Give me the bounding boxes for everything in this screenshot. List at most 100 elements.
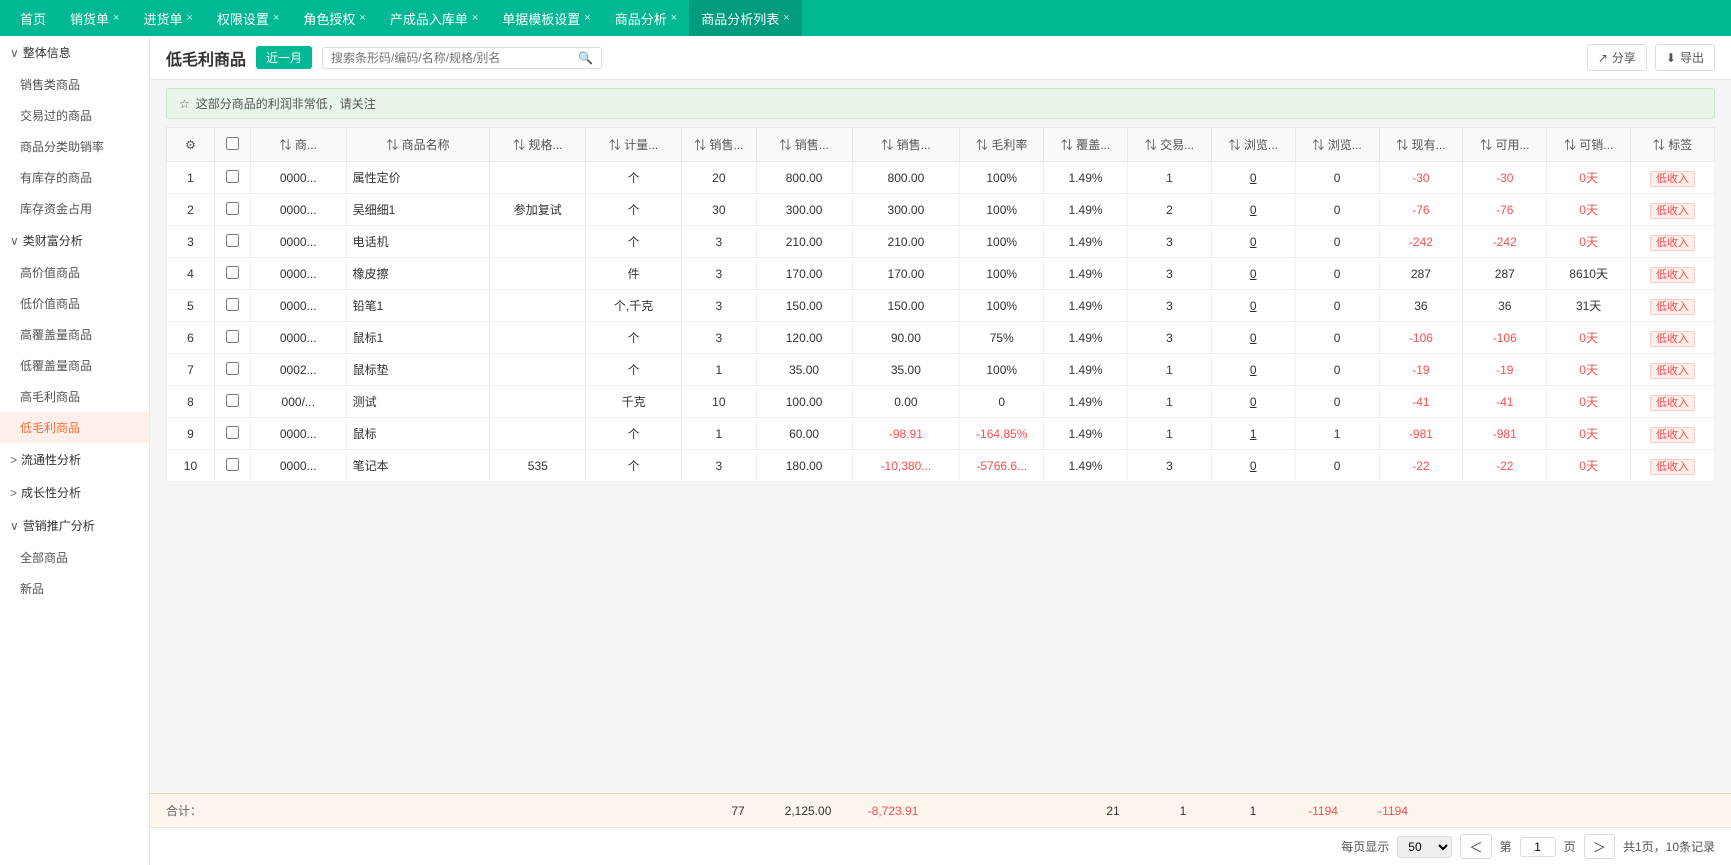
col-header-checkbox[interactable] xyxy=(214,128,250,162)
close-icon[interactable]: × xyxy=(472,12,478,24)
table-cell-checkbox[interactable] xyxy=(214,450,250,482)
col-header-spec[interactable]: ⇅ 规格... xyxy=(490,128,586,162)
table-cell-settings[interactable]: 3 xyxy=(167,226,215,258)
row-checkbox[interactable] xyxy=(226,298,239,311)
sidebar-item-交易过的商品[interactable]: 交易过的商品 xyxy=(0,100,149,131)
col-header-tag[interactable]: ⇅ 标签 xyxy=(1631,128,1715,162)
sidebar-group-流通性分析[interactable]: >流通性分析 xyxy=(0,443,149,476)
table-cell-settings[interactable]: 5 xyxy=(167,290,215,322)
table-cell-checkbox[interactable] xyxy=(214,258,250,290)
sidebar-item-低覆盖量商品[interactable]: 低覆盖量商品 xyxy=(0,350,149,381)
table-cell-settings[interactable]: 10 xyxy=(167,450,215,482)
settings-icon[interactable]: ⚙ xyxy=(185,138,196,152)
close-icon[interactable]: × xyxy=(783,12,789,24)
col-header-transaction[interactable]: ⇅ 交易... xyxy=(1127,128,1211,162)
sidebar-item-高覆盖量商品[interactable]: 高覆盖量商品 xyxy=(0,319,149,350)
browse-link[interactable]: 0 xyxy=(1250,459,1257,473)
sidebar-item-全部商品[interactable]: 全部商品 xyxy=(0,542,149,573)
col-header-stock_available[interactable]: ⇅ 可用... xyxy=(1463,128,1547,162)
table-cell-checkbox[interactable] xyxy=(214,418,250,450)
browse-link[interactable]: 0 xyxy=(1250,235,1257,249)
sidebar-item-高毛利商品[interactable]: 高毛利商品 xyxy=(0,381,149,412)
sidebar-item-有库存的商品[interactable]: 有库存的商品 xyxy=(0,162,149,193)
sidebar-item-低毛利商品[interactable]: 低毛利商品 xyxy=(0,412,149,443)
nav-item-商品分析[interactable]: 商品分析× xyxy=(603,0,689,36)
col-sort-icon[interactable]: ⇅ xyxy=(1061,138,1073,152)
col-header-stock_saleable[interactable]: ⇅ 可销... xyxy=(1547,128,1631,162)
nav-item-商品分析列表[interactable]: 商品分析列表× xyxy=(689,0,801,36)
filter-button[interactable]: 近一月 xyxy=(256,46,312,69)
col-sort-icon[interactable]: ⇅ xyxy=(694,138,706,152)
col-sort-icon[interactable]: ⇅ xyxy=(609,138,621,152)
row-checkbox[interactable] xyxy=(226,394,239,407)
sidebar-item-低价值商品[interactable]: 低价值商品 xyxy=(0,288,149,319)
row-checkbox[interactable] xyxy=(226,234,239,247)
col-header-coverage[interactable]: ⇅ 覆盖... xyxy=(1044,128,1128,162)
close-icon[interactable]: × xyxy=(671,12,677,24)
col-header-name[interactable]: ⇅ 商品名称 xyxy=(346,128,490,162)
table-cell-settings[interactable]: 4 xyxy=(167,258,215,290)
table-cell-settings[interactable]: 6 xyxy=(167,322,215,354)
close-icon[interactable]: × xyxy=(273,12,279,24)
row-checkbox[interactable] xyxy=(226,362,239,375)
browse-link[interactable]: 0 xyxy=(1250,363,1257,377)
table-cell-settings[interactable]: 7 xyxy=(167,354,215,386)
sidebar-group-营销推广分析[interactable]: ∨营销推广分析 xyxy=(0,509,149,542)
nav-item-首页[interactable]: 首页 xyxy=(8,0,58,36)
table-cell-checkbox[interactable] xyxy=(214,354,250,386)
col-sort-icon[interactable]: ⇅ xyxy=(779,138,791,152)
table-cell-settings[interactable]: 9 xyxy=(167,418,215,450)
col-header-code[interactable]: ⇅ 商... xyxy=(250,128,346,162)
nav-item-单据模板设置[interactable]: 单据模板设置× xyxy=(490,0,602,36)
col-header-sales_price[interactable]: ⇅ 销售... xyxy=(756,128,852,162)
nav-item-角色授权[interactable]: 角色授权× xyxy=(291,0,377,36)
col-header-gross_margin[interactable]: ⇅ 毛利率 xyxy=(960,128,1044,162)
row-checkbox[interactable] xyxy=(226,458,239,471)
browse-link[interactable]: 0 xyxy=(1250,203,1257,217)
col-header-browse1[interactable]: ⇅ 浏览... xyxy=(1211,128,1295,162)
close-icon[interactable]: × xyxy=(584,12,590,24)
col-sort-icon[interactable]: ⇅ xyxy=(513,138,525,152)
col-sort-icon[interactable]: ⇅ xyxy=(386,138,398,152)
col-sort-icon[interactable]: ⇅ xyxy=(1396,138,1408,152)
row-checkbox[interactable] xyxy=(226,330,239,343)
table-cell-checkbox[interactable] xyxy=(214,194,250,226)
table-container[interactable]: ⚙⇅ 商...⇅ 商品名称⇅ 规格...⇅ 计量...⇅ 销售...⇅ 销售..… xyxy=(166,127,1715,793)
col-sort-icon[interactable]: ⇅ xyxy=(881,138,893,152)
table-cell-checkbox[interactable] xyxy=(214,290,250,322)
sidebar-group-整体信息[interactable]: ∨整体信息 xyxy=(0,36,149,69)
col-header-stock_current[interactable]: ⇅ 现有... xyxy=(1379,128,1463,162)
col-header-sales_qty[interactable]: ⇅ 销售... xyxy=(682,128,757,162)
col-sort-icon[interactable]: ⇅ xyxy=(976,138,988,152)
table-cell-checkbox[interactable] xyxy=(214,162,250,194)
table-cell-checkbox[interactable] xyxy=(214,226,250,258)
col-sort-icon[interactable]: ⇅ xyxy=(1653,138,1665,152)
sidebar-item-商品分类助销率[interactable]: 商品分类助销率 xyxy=(0,131,149,162)
row-checkbox[interactable] xyxy=(226,170,239,183)
table-cell-settings[interactable]: 1 xyxy=(167,162,215,194)
browse-link[interactable]: 0 xyxy=(1250,299,1257,313)
table-cell-settings[interactable]: 8 xyxy=(167,386,215,418)
close-icon[interactable]: × xyxy=(186,12,192,24)
col-sort-icon[interactable]: ⇅ xyxy=(1480,138,1492,152)
row-checkbox[interactable] xyxy=(226,202,239,215)
browse-link[interactable]: 0 xyxy=(1250,267,1257,281)
table-cell-settings[interactable]: 2 xyxy=(167,194,215,226)
close-icon[interactable]: × xyxy=(359,12,365,24)
col-header-settings[interactable]: ⚙ xyxy=(167,128,215,162)
page-number-input[interactable] xyxy=(1520,837,1556,857)
row-checkbox[interactable] xyxy=(226,426,239,439)
browse-link[interactable]: 0 xyxy=(1250,395,1257,409)
row-checkbox[interactable] xyxy=(226,266,239,279)
nav-item-销货单[interactable]: 销货单× xyxy=(58,0,131,36)
col-sort-icon[interactable]: ⇅ xyxy=(280,138,292,152)
col-sort-icon[interactable]: ⇅ xyxy=(1229,138,1241,152)
col-sort-icon[interactable]: ⇅ xyxy=(1564,138,1576,152)
browse-link[interactable]: 1 xyxy=(1250,427,1257,441)
close-icon[interactable]: × xyxy=(113,12,119,24)
col-header-sales_amount[interactable]: ⇅ 销售... xyxy=(852,128,960,162)
nav-item-产成品入库单[interactable]: 产成品入库单× xyxy=(378,0,490,36)
nav-item-权限设置[interactable]: 权限设置× xyxy=(205,0,291,36)
col-sort-icon[interactable]: ⇅ xyxy=(1145,138,1157,152)
search-input[interactable] xyxy=(331,51,578,65)
